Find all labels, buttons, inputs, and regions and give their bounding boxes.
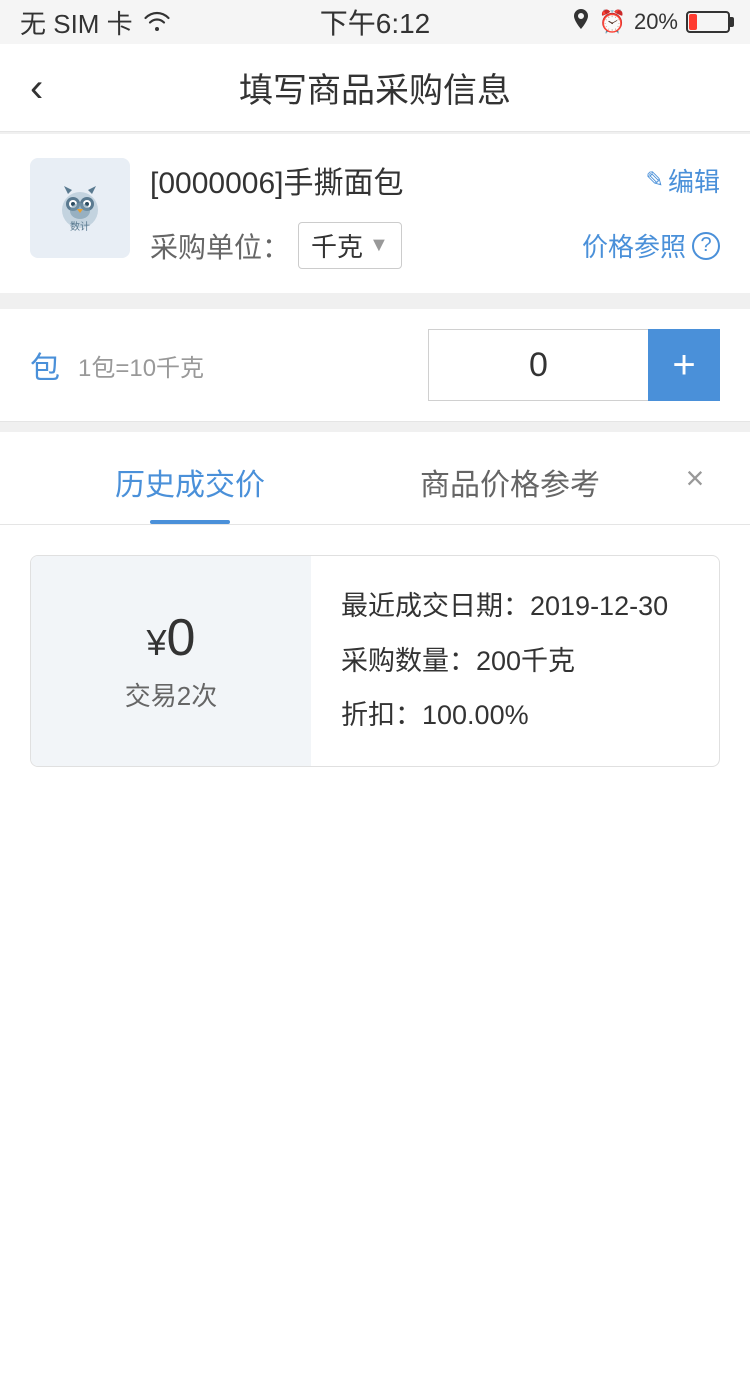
qty-label: 采购数量： xyxy=(341,646,476,676)
card-trades-count: 交易2次 xyxy=(125,676,217,713)
tabs-section: 历史成交价 商品价格参考 × ¥0 交易2次 最近成交日期：2019-12-30… xyxy=(0,432,750,797)
tab-price-reference[interactable]: 商品价格参考 xyxy=(350,432,670,524)
section-divider xyxy=(0,293,750,309)
price-value: 0 xyxy=(167,609,196,667)
carrier-text: 无 SIM 卡 xyxy=(20,4,133,41)
wifi-icon xyxy=(143,7,171,38)
svg-text:数计: 数计 xyxy=(70,220,90,233)
battery-icon xyxy=(686,11,730,33)
nav-bar: ‹ 填写商品采购信息 xyxy=(0,44,750,132)
status-left: 无 SIM 卡 xyxy=(20,4,171,41)
quantity-label-group: 包 1包=10千克 xyxy=(30,343,204,387)
plus-icon: + xyxy=(672,343,695,388)
unit-select[interactable]: 千克 ▼ xyxy=(298,222,402,269)
product-header: [0000006]手撕面包 ✎ 编辑 xyxy=(150,158,720,202)
battery-text: 20% xyxy=(634,9,678,35)
unit-row: 采购单位： 千克 ▼ 价格参照 ? xyxy=(150,222,720,269)
card-qty-row: 采购数量：200千克 xyxy=(341,641,689,682)
product-info: [0000006]手撕面包 ✎ 编辑 采购单位： 千克 ▼ 价格参照 ? xyxy=(150,158,720,269)
help-icon: ? xyxy=(692,232,720,260)
tabs-close-button[interactable]: × xyxy=(670,453,720,503)
status-right: ⏰ 20% xyxy=(571,8,730,36)
quantity-section: 包 1包=10千克 + xyxy=(0,309,750,422)
qty-value: 200千克 xyxy=(476,646,575,676)
card-price-section: ¥0 交易2次 xyxy=(31,556,311,766)
location-icon xyxy=(571,8,591,36)
date-value: 2019-12-30 xyxy=(530,591,668,621)
date-label: 最近成交日期： xyxy=(341,591,530,621)
product-row: 数计 [0000006]手撕面包 ✎ 编辑 采购单位： 千克 ▼ xyxy=(30,158,720,269)
card-price-display: ¥0 xyxy=(147,608,196,668)
bottom-area xyxy=(0,797,750,1397)
quantity-conversion: 1包=10千克 xyxy=(78,348,204,383)
discount-label: 折扣： xyxy=(341,700,422,730)
back-button[interactable]: ‹ xyxy=(30,68,43,108)
status-bar: 无 SIM 卡 下午6:12 ⏰ 20% xyxy=(0,0,750,44)
alarm-icon: ⏰ xyxy=(599,9,626,35)
quantity-input[interactable] xyxy=(428,329,648,401)
card-date-row: 最近成交日期：2019-12-30 xyxy=(341,586,689,627)
quantity-controls: + xyxy=(428,329,720,401)
card-discount-row: 折扣：100.00% xyxy=(341,695,689,736)
product-thumbnail: 数计 xyxy=(30,158,130,258)
price-ref-button[interactable]: 价格参照 ? xyxy=(582,227,720,264)
product-name: [0000006]手撕面包 xyxy=(150,158,403,202)
product-section: 数计 [0000006]手撕面包 ✎ 编辑 采购单位： 千克 ▼ xyxy=(0,134,750,293)
discount-value: 100.00% xyxy=(422,700,529,730)
unit-label: 采购单位： xyxy=(150,226,290,266)
card-detail-section: 最近成交日期：2019-12-30 采购数量：200千克 折扣：100.00% xyxy=(311,556,719,766)
quantity-unit-icon: 包 xyxy=(30,343,60,387)
tab-history-price[interactable]: 历史成交价 xyxy=(30,432,350,524)
tabs-header: 历史成交价 商品价格参考 × xyxy=(0,432,750,525)
history-card: ¥0 交易2次 最近成交日期：2019-12-30 采购数量：200千克 折扣：… xyxy=(30,555,720,767)
card-area: ¥0 交易2次 最近成交日期：2019-12-30 采购数量：200千克 折扣：… xyxy=(0,525,750,797)
page-title: 填写商品采购信息 xyxy=(239,63,511,112)
status-time: 下午6:12 xyxy=(320,2,431,42)
price-symbol: ¥ xyxy=(147,622,167,663)
unit-dropdown-arrow: ▼ xyxy=(369,234,389,257)
edit-button[interactable]: ✎ 编辑 xyxy=(646,162,720,199)
unit-value: 千克 xyxy=(311,227,363,264)
quantity-plus-button[interactable]: + xyxy=(648,329,720,401)
edit-icon: ✎ xyxy=(646,167,664,193)
